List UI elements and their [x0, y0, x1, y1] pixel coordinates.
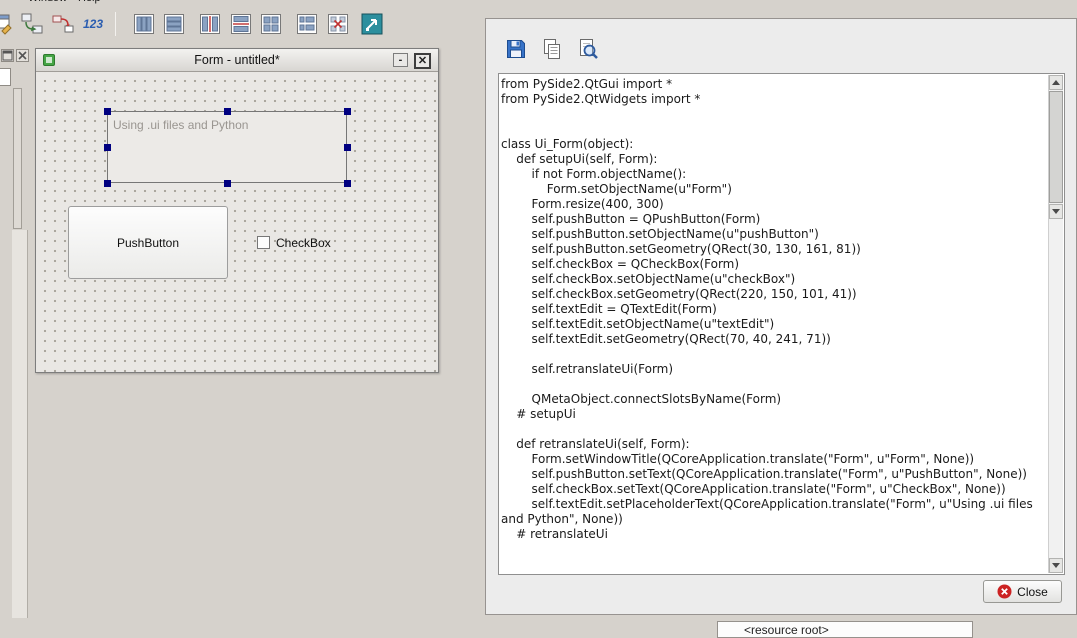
tab-order-icon-text: 123 [83, 17, 103, 31]
textedit-widget[interactable]: Using .ui files and Python [107, 111, 347, 183]
layout-vertical-splitter-icon[interactable] [227, 10, 255, 38]
menu-window[interactable]: Window [28, 0, 67, 4]
arrow-up-icon [1052, 80, 1060, 85]
code-text: from PySide2.QtGui import * from PySide2… [501, 77, 1046, 566]
textedit-placeholder: Using .ui files and Python [113, 118, 248, 132]
find-icon[interactable] [574, 35, 602, 63]
close-button-label: Close [1017, 585, 1048, 599]
edit-tab-order-icon[interactable]: 123 [79, 10, 107, 38]
selection-handle[interactable] [344, 108, 351, 115]
left-panel-scrollbar[interactable] [13, 88, 22, 229]
layout-grid-icon[interactable] [257, 10, 285, 38]
edit-signals-slots-icon[interactable] [18, 10, 46, 38]
adjust-size-icon[interactable] [358, 10, 386, 38]
checkbox-label: CheckBox [276, 236, 331, 250]
selection-handle[interactable] [104, 144, 111, 151]
resource-root-item[interactable]: <resource root> [717, 621, 973, 638]
save-icon[interactable] [502, 35, 530, 63]
form-window-title: Form - untitled* [36, 53, 438, 67]
desktop: Window Help 123 [0, 0, 1077, 638]
preview-toolbar [502, 35, 602, 63]
selection-handle[interactable] [104, 180, 111, 187]
edit-buddies-icon[interactable] [49, 10, 77, 38]
arrow-down-icon [1052, 563, 1060, 568]
selection-handle[interactable] [224, 180, 231, 187]
break-layout-icon[interactable] [324, 10, 352, 38]
pushbutton-widget[interactable]: PushButton [68, 206, 228, 279]
left-panel-edge [12, 230, 28, 618]
checkbox-widget[interactable]: CheckBox [257, 234, 331, 251]
selection-handle[interactable] [224, 108, 231, 115]
code-area[interactable]: from PySide2.QtGui import * from PySide2… [498, 73, 1065, 575]
close-button[interactable]: Close [983, 580, 1062, 603]
selection-handle[interactable] [104, 108, 111, 115]
layout-horizontal-splitter-icon[interactable] [196, 10, 224, 38]
layout-vertical-icon[interactable] [160, 10, 188, 38]
selection-handle[interactable] [344, 144, 351, 151]
menu-bar: Window Help [0, 0, 1077, 5]
selection-handle[interactable] [344, 180, 351, 187]
form-canvas[interactable]: Using .ui files and Python PushButton Ch… [36, 72, 438, 373]
form-minimize-button[interactable]: - [393, 53, 408, 67]
form-window-titlebar[interactable]: Form - untitled* - ✕ [36, 49, 438, 72]
scroll-down-button[interactable] [1049, 204, 1063, 219]
form-file-icon [43, 54, 55, 66]
menu-help[interactable]: Help [78, 0, 101, 4]
layout-horizontal-icon[interactable] [130, 10, 158, 38]
layout-form-icon[interactable] [293, 10, 321, 38]
dock-close-icon[interactable] [16, 49, 29, 62]
scroll-up-button[interactable] [1049, 75, 1063, 90]
scrollbar-thumb[interactable] [1049, 91, 1063, 203]
left-panel-input[interactable] [0, 68, 11, 86]
dock-float-icon[interactable] [1, 49, 14, 62]
scroll-down-button[interactable] [1049, 558, 1063, 573]
form-close-button[interactable]: ✕ [414, 53, 431, 69]
edit-widgets-icon[interactable] [0, 10, 18, 38]
form-designer-window: Form - untitled* - ✕ Using .ui files and… [35, 48, 439, 373]
arrow-down-icon [1052, 209, 1060, 214]
close-circle-icon [997, 584, 1012, 599]
code-preview-dialog: from PySide2.QtGui import * from PySide2… [485, 18, 1077, 615]
checkbox-box[interactable] [257, 236, 270, 249]
resource-root-label: <resource root> [744, 623, 829, 637]
vertical-scrollbar[interactable] [1048, 75, 1063, 573]
toolbar-separator [115, 12, 116, 36]
copy-icon[interactable] [538, 35, 566, 63]
main-toolbar: 123 [0, 8, 386, 40]
